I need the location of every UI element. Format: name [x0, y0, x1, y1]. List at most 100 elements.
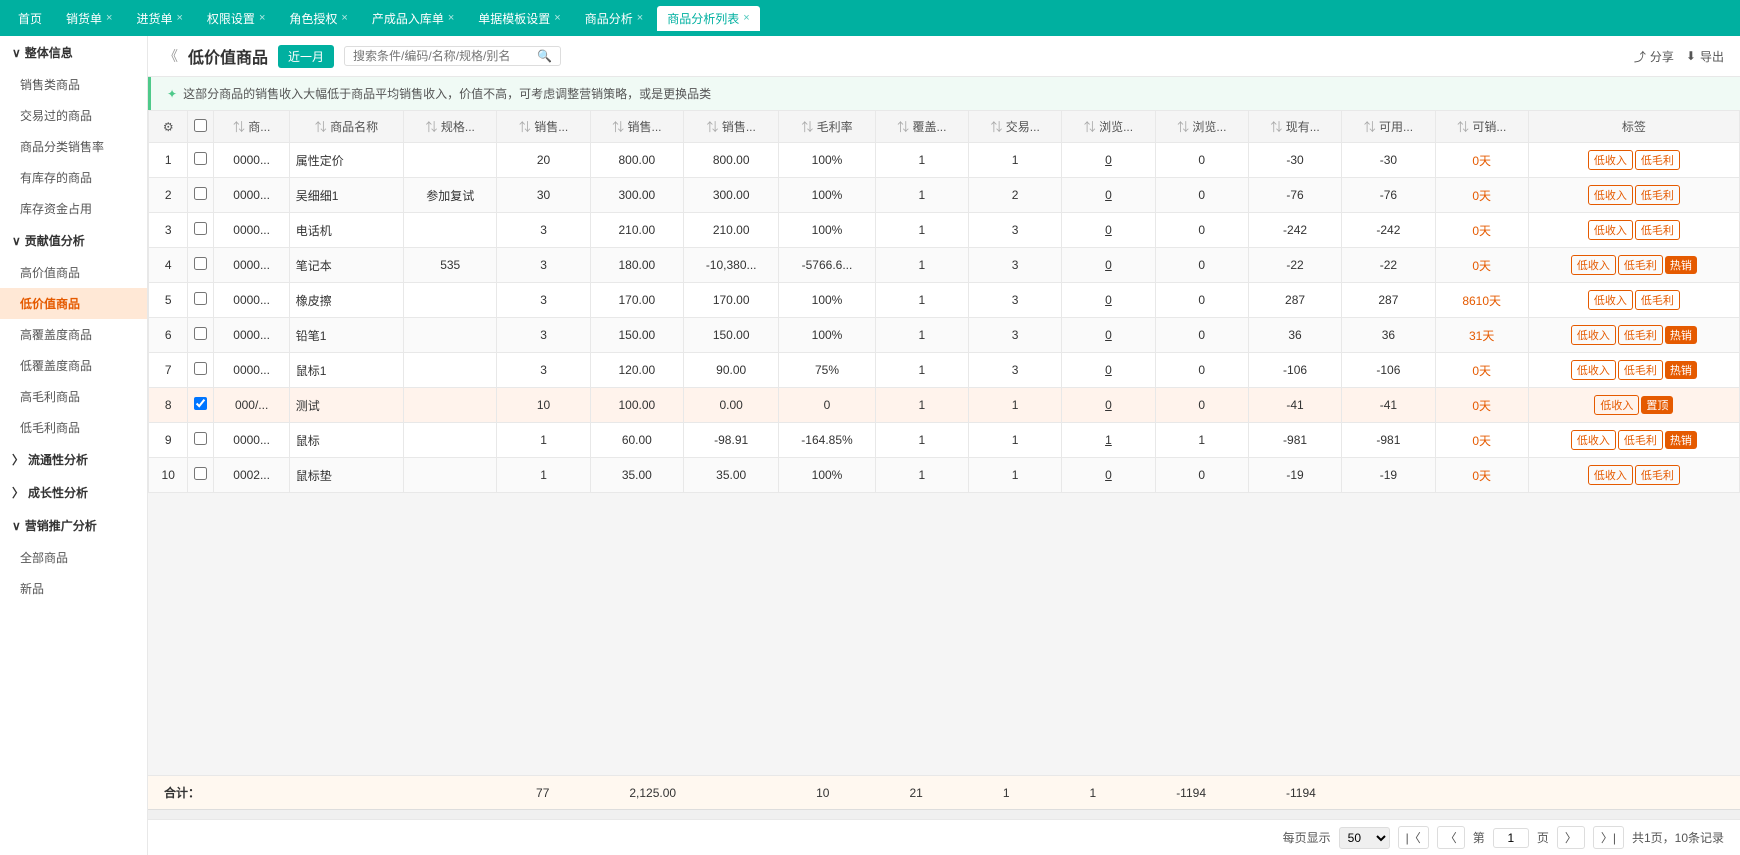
nav-home[interactable]: 首页 [8, 6, 52, 31]
prev-page-button[interactable]: 〈 [1437, 826, 1465, 849]
sidebar-group-circulation[interactable]: 〉 流通性分析 [0, 443, 147, 476]
row-checkbox[interactable] [194, 292, 207, 305]
nav-product-analysis[interactable]: 商品分析× [575, 6, 653, 31]
sidebar-group-overall[interactable]: ∨ 整体信息 [0, 36, 147, 69]
sidebar-item-low-value[interactable]: 低价值商品 [0, 288, 147, 319]
collapse-sidebar-button[interactable]: 《 [164, 46, 178, 66]
nav-purchase[interactable]: 进货单× [126, 6, 192, 31]
cell-checkbox[interactable] [188, 178, 214, 213]
col-checkbox[interactable] [188, 111, 214, 143]
row-checkbox[interactable] [194, 362, 207, 375]
cell-browse1[interactable]: 0 [1062, 248, 1155, 283]
cell-checkbox[interactable] [188, 143, 214, 178]
close-icon[interactable]: × [341, 12, 347, 24]
row-checkbox[interactable] [194, 327, 207, 340]
cell-browse1[interactable]: 1 [1062, 423, 1155, 458]
sidebar-item-high-coverage[interactable]: 高覆盖度商品 [0, 319, 147, 350]
next-page-button[interactable]: 〉 [1557, 826, 1585, 849]
close-icon[interactable]: × [106, 12, 112, 24]
sidebar-item-new-products[interactable]: 新品 [0, 573, 147, 604]
col-gross[interactable]: ⇅ 毛利率 [779, 111, 875, 143]
browse-link[interactable]: 0 [1105, 293, 1112, 307]
close-icon[interactable]: × [554, 12, 560, 24]
cell-browse1[interactable]: 0 [1062, 353, 1155, 388]
cell-checkbox[interactable] [188, 388, 214, 423]
col-sellable[interactable]: ⇅ 可销... [1435, 111, 1528, 143]
browse-link[interactable]: 0 [1105, 328, 1112, 342]
cell-browse1[interactable]: 0 [1062, 178, 1155, 213]
sidebar-item-traded-products[interactable]: 交易过的商品 [0, 100, 147, 131]
cell-checkbox[interactable] [188, 458, 214, 493]
close-icon[interactable]: × [448, 12, 454, 24]
sidebar-item-high-value[interactable]: 高价值商品 [0, 257, 147, 288]
close-icon[interactable]: × [176, 12, 182, 24]
filter-recent-button[interactable]: 近一月 [278, 45, 334, 68]
col-avail[interactable]: ⇅ 可用... [1342, 111, 1435, 143]
search-input[interactable] [353, 49, 533, 63]
nav-template[interactable]: 单据模板设置× [468, 6, 570, 31]
row-checkbox[interactable] [194, 257, 207, 270]
cell-browse1[interactable]: 0 [1062, 143, 1155, 178]
nav-role[interactable]: 角色授权× [279, 6, 357, 31]
col-browse2[interactable]: ⇅ 浏览... [1155, 111, 1248, 143]
sidebar-item-high-margin[interactable]: 高毛利商品 [0, 381, 147, 412]
cell-browse1[interactable]: 0 [1062, 283, 1155, 318]
sidebar-group-growth[interactable]: 〉 成长性分析 [0, 476, 147, 509]
col-browse1[interactable]: ⇅ 浏览... [1062, 111, 1155, 143]
cell-checkbox[interactable] [188, 248, 214, 283]
sidebar-item-stock-products[interactable]: 有库存的商品 [0, 162, 147, 193]
page-number-input[interactable] [1493, 828, 1529, 848]
row-checkbox[interactable] [194, 187, 207, 200]
search-icon[interactable]: 🔍 [537, 49, 552, 63]
sidebar-item-all-products[interactable]: 全部商品 [0, 542, 147, 573]
cell-browse1[interactable]: 0 [1062, 318, 1155, 353]
close-icon[interactable]: × [259, 12, 265, 24]
cell-checkbox[interactable] [188, 213, 214, 248]
cell-browse1[interactable]: 0 [1062, 213, 1155, 248]
first-page-button[interactable]: |〈 [1398, 826, 1429, 849]
col-sale2[interactable]: ⇅ 销售... [684, 111, 779, 143]
row-checkbox[interactable] [194, 152, 207, 165]
browse-link[interactable]: 0 [1105, 153, 1112, 167]
browse-link[interactable]: 0 [1105, 468, 1112, 482]
cell-browse1[interactable]: 0 [1062, 388, 1155, 423]
browse-link[interactable]: 1 [1105, 433, 1112, 447]
col-sale-qty[interactable]: ⇅ 销售... [497, 111, 590, 143]
row-checkbox[interactable] [194, 432, 207, 445]
last-page-button[interactable]: 〉| [1593, 826, 1624, 849]
row-checkbox[interactable] [194, 222, 207, 235]
sidebar-item-sales-products[interactable]: 销售类商品 [0, 69, 147, 100]
nav-permission[interactable]: 权限设置× [197, 6, 275, 31]
browse-link[interactable]: 0 [1105, 398, 1112, 412]
row-checkbox[interactable] [194, 467, 207, 480]
nav-sales[interactable]: 销货单× [56, 6, 122, 31]
close-icon[interactable]: × [637, 12, 643, 24]
col-trade[interactable]: ⇅ 交易... [968, 111, 1061, 143]
sidebar-group-contribution[interactable]: ∨ 贡献值分析 [0, 224, 147, 257]
per-page-select[interactable]: 50 20 100 [1339, 827, 1390, 849]
sidebar-item-low-margin[interactable]: 低毛利商品 [0, 412, 147, 443]
browse-link[interactable]: 0 [1105, 258, 1112, 272]
cell-checkbox[interactable] [188, 318, 214, 353]
cell-browse1[interactable]: 0 [1062, 458, 1155, 493]
col-sale1[interactable]: ⇅ 销售... [590, 111, 683, 143]
sidebar-item-stock-funds[interactable]: 库存资金占用 [0, 193, 147, 224]
nav-product-in[interactable]: 产成品入库单× [362, 6, 464, 31]
export-button[interactable]: ⬇ 导出 [1686, 48, 1724, 65]
scroll-bar[interactable] [148, 809, 1740, 819]
browse-link[interactable]: 0 [1105, 188, 1112, 202]
col-stock[interactable]: ⇅ 现有... [1248, 111, 1341, 143]
browse-link[interactable]: 0 [1105, 223, 1112, 237]
cell-checkbox[interactable] [188, 353, 214, 388]
cell-checkbox[interactable] [188, 423, 214, 458]
cell-checkbox[interactable] [188, 283, 214, 318]
col-settings[interactable]: ⚙ [149, 111, 188, 143]
col-spec[interactable]: ⇅ 规格... [404, 111, 497, 143]
sidebar-group-marketing[interactable]: ∨ 营销推广分析 [0, 509, 147, 542]
sidebar-item-low-coverage[interactable]: 低覆盖度商品 [0, 350, 147, 381]
row-checkbox[interactable] [194, 397, 207, 410]
close-icon[interactable]: × [743, 12, 749, 24]
sidebar-item-category-sales[interactable]: 商品分类销售率 [0, 131, 147, 162]
share-button[interactable]: ⤴ 分享 [1634, 48, 1674, 65]
col-cover[interactable]: ⇅ 覆盖... [875, 111, 968, 143]
